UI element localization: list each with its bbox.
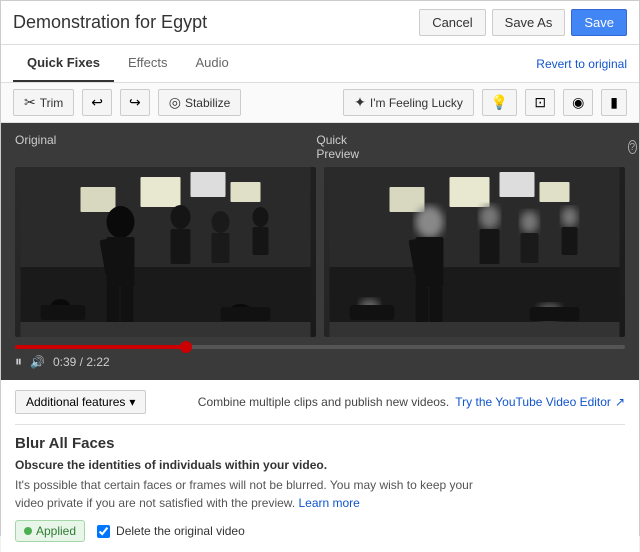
undo-button[interactable]: ↩ — [82, 89, 112, 116]
circle-button[interactable]: ◉ — [563, 89, 593, 116]
help-icon[interactable]: ? — [628, 140, 637, 154]
preview-area: Original Quick Preview ? — [1, 123, 639, 380]
progress-fill — [15, 345, 186, 349]
applied-dot — [24, 527, 32, 535]
learn-more-link[interactable]: Learn more — [298, 496, 359, 510]
volume-icon[interactable]: 🔊 — [30, 355, 45, 369]
stabilize-icon: ◎ — [169, 94, 181, 111]
save-button[interactable]: Save — [571, 9, 627, 36]
dropdown-icon: ▾ — [129, 395, 135, 409]
blur-desc: It's possible that certain faces or fram… — [15, 476, 625, 512]
applied-badge: Applied — [15, 520, 85, 542]
current-time: 0:39 — [53, 355, 76, 369]
redo-button[interactable]: ↪ — [120, 89, 150, 116]
bottom-section: Additional features ▾ Combine multiple c… — [1, 380, 639, 552]
external-icon: ↗ — [615, 395, 625, 409]
tab-audio[interactable]: Audio — [182, 45, 243, 82]
playback-controls: ⏸ 🔊 0:39 / 2:22 — [15, 345, 625, 370]
quick-preview-label: Quick Preview ? — [316, 133, 637, 161]
original-video-frame — [15, 167, 316, 337]
original-label: Original — [15, 133, 56, 161]
blur-desc-text: It's possible that certain faces or fram… — [15, 478, 473, 510]
revert-link[interactable]: Revert to original — [536, 49, 627, 79]
tab-effects[interactable]: Effects — [114, 45, 182, 82]
stabilize-label: Stabilize — [185, 96, 230, 110]
tabs: Quick Fixes Effects Audio — [13, 45, 243, 82]
tabs-bar: Quick Fixes Effects Audio Revert to orig… — [1, 45, 639, 83]
tab-quick-fixes[interactable]: Quick Fixes — [13, 45, 114, 82]
original-video-svg — [15, 167, 316, 337]
trim-icon: ✂ — [24, 94, 36, 111]
stabilize-button[interactable]: ◎ Stabilize — [158, 89, 242, 116]
trim-label: Trim — [40, 96, 64, 110]
feeling-lucky-label: I'm Feeling Lucky — [370, 96, 463, 110]
preview-video-svg — [324, 167, 625, 337]
crop-button[interactable]: ⊡ — [525, 89, 555, 116]
quickfix-toolbar: ✂ Trim ↩ ↪ ◎ Stabilize ✦ I'm Feeling Luc… — [1, 83, 639, 123]
page-title: Demonstration for Egypt — [13, 12, 207, 33]
video-editor-link[interactable]: Try the YouTube Video Editor ↗ — [455, 395, 625, 409]
applied-row: Applied Delete the original video — [15, 520, 625, 542]
trim-button[interactable]: ✂ Trim — [13, 89, 74, 116]
additional-features-button[interactable]: Additional features ▾ — [15, 390, 146, 414]
pause-icon[interactable]: ⏸ — [15, 353, 22, 370]
playback-info: ⏸ 🔊 0:39 / 2:22 — [15, 353, 625, 370]
bulb-button[interactable]: 💡 — [482, 89, 517, 116]
video-editor-label: Try the YouTube Video Editor — [455, 395, 611, 409]
temp-button[interactable]: ▮ — [601, 89, 627, 116]
preview-video-frame — [324, 167, 625, 337]
blur-title: Blur All Faces — [15, 435, 625, 452]
additional-right: Combine multiple clips and publish new v… — [198, 395, 625, 409]
header: Demonstration for Egypt Cancel Save As S… — [1, 1, 639, 45]
preview-labels: Original Quick Preview ? — [15, 133, 625, 161]
total-time: 2:22 — [86, 355, 109, 369]
progress-bar[interactable] — [15, 345, 625, 349]
time-display: 0:39 / 2:22 — [53, 355, 110, 369]
video-frames — [15, 167, 625, 337]
save-as-button[interactable]: Save As — [492, 9, 566, 36]
additional-features-label: Additional features — [26, 395, 125, 409]
progress-thumb — [180, 341, 192, 353]
blur-section: Blur All Faces Obscure the identities of… — [15, 435, 625, 542]
blur-desc-bold: Obscure the identities of individuals wi… — [15, 458, 625, 472]
feeling-lucky-button[interactable]: ✦ I'm Feeling Lucky — [343, 89, 474, 116]
additional-features-row: Additional features ▾ Combine multiple c… — [15, 390, 625, 425]
wand-icon: ✦ — [354, 94, 366, 111]
combine-text: Combine multiple clips and publish new v… — [198, 395, 449, 409]
cancel-button[interactable]: Cancel — [419, 9, 485, 36]
header-buttons: Cancel Save As Save — [419, 9, 627, 36]
